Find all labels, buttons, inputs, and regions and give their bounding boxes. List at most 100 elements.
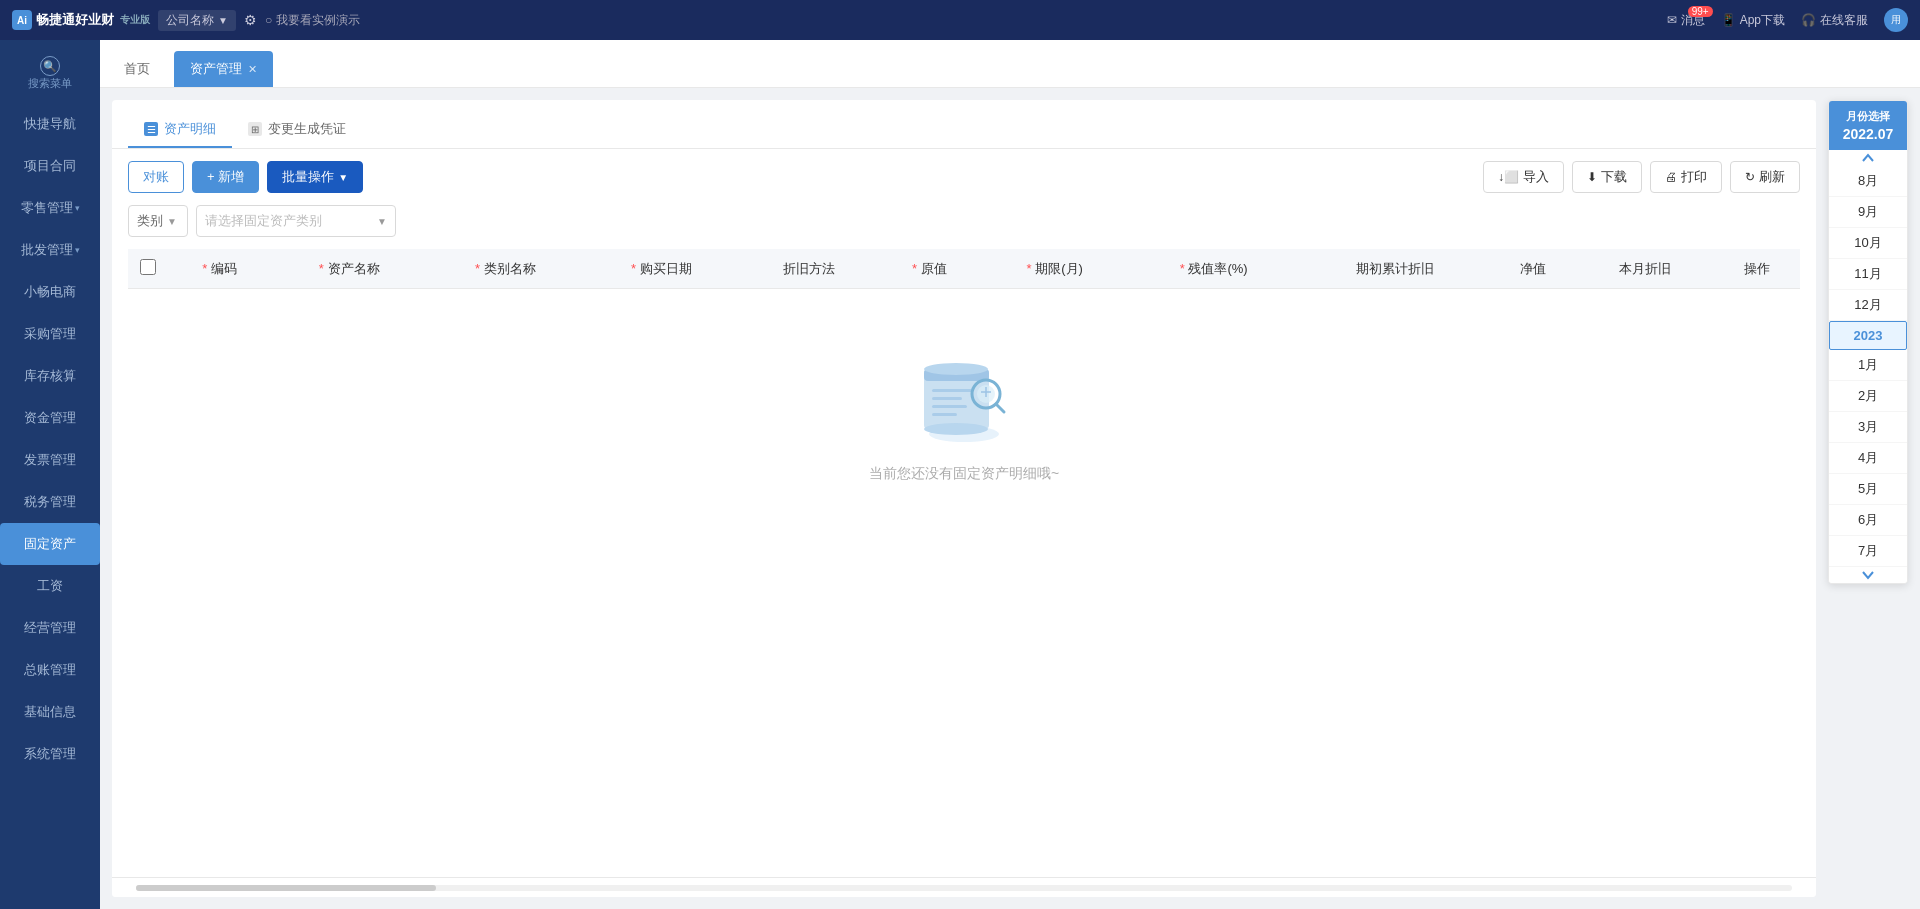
sub-tab-asset-detail[interactable]: ☰ 资产明细: [128, 112, 232, 148]
sidebar-label-inventory: 库存核算: [24, 367, 76, 385]
tab-home[interactable]: 首页: [108, 51, 166, 87]
demo-icon: ○: [265, 13, 272, 27]
svg-point-8: [924, 423, 988, 435]
tab-bar: 首页 资产管理 ✕: [100, 40, 1920, 88]
col-asset-name: 资产名称: [271, 249, 427, 289]
tab-close-icon[interactable]: ✕: [248, 63, 257, 76]
online-service-button[interactable]: 🎧 在线客服: [1801, 12, 1868, 29]
month-item-9[interactable]: 9月: [1829, 197, 1907, 228]
headset-icon: 🎧: [1801, 13, 1816, 27]
sidebar-item-quick-nav[interactable]: 快捷导航: [0, 103, 100, 145]
year-2023-badge: 2023: [1829, 321, 1907, 350]
month-item-6[interactable]: 6月: [1829, 505, 1907, 536]
category-filter[interactable]: 类别 ▼: [128, 205, 188, 237]
sidebar-item-salary[interactable]: 工资: [0, 565, 100, 607]
batch-button[interactable]: 批量操作 ▼: [267, 161, 363, 193]
search-menu-button[interactable]: 🔍 搜索菜单: [24, 48, 76, 103]
chevron-down-icon: ▼: [338, 172, 348, 183]
month-item-11[interactable]: 11月: [1829, 259, 1907, 290]
col-category-name: 类别名称: [427, 249, 583, 289]
download-button[interactable]: ⬇ 下载: [1572, 161, 1642, 193]
sidebar-label-system: 系统管理: [24, 745, 76, 763]
empty-state: 当前您还没有固定资产明细哦~: [128, 289, 1800, 543]
sidebar-item-retail[interactable]: 零售管理 ▾: [0, 187, 100, 229]
sub-tab-asset-detail-label: 资产明细: [164, 120, 216, 138]
month-3-label: 3月: [1858, 419, 1878, 434]
month-item-3[interactable]: 3月: [1829, 412, 1907, 443]
chevron-down-icon: ▼: [377, 216, 387, 227]
tab-asset-management-label: 资产管理: [190, 60, 242, 78]
add-button[interactable]: + 新增: [192, 161, 259, 193]
sidebar-item-fixed-assets[interactable]: 固定资产: [0, 523, 100, 565]
sidebar-item-tax[interactable]: 税务管理: [0, 481, 100, 523]
col-net-value: 净值: [1490, 249, 1576, 289]
col-original-value: 原值: [878, 249, 981, 289]
col-accumulated-depreciation: 期初累计折旧: [1299, 249, 1490, 289]
sidebar-label-invoice: 发票管理: [24, 451, 76, 469]
company-selector[interactable]: 公司名称 ▼: [158, 10, 236, 31]
app-download-button[interactable]: 📱 App下载: [1721, 12, 1785, 29]
settings-icon[interactable]: ⚙: [244, 12, 257, 28]
avatar-text: 用: [1891, 13, 1901, 27]
change-voucher-icon: ⊞: [248, 122, 262, 136]
sidebar-item-project[interactable]: 项目合同: [0, 145, 100, 187]
sidebar-item-wholesale[interactable]: 批发管理 ▾: [0, 229, 100, 271]
sidebar-item-invoice[interactable]: 发票管理: [0, 439, 100, 481]
chevron-up-icon: [1862, 152, 1874, 164]
quick-nav-label: 快捷导航: [24, 115, 76, 133]
month-item-12[interactable]: 12月: [1829, 290, 1907, 321]
bottom-bar: [112, 877, 1816, 897]
sidebar-item-system[interactable]: 系统管理: [0, 733, 100, 775]
message-button[interactable]: ✉ 消息 99+: [1667, 12, 1705, 29]
col-current-depreciation: 本月折旧: [1576, 249, 1714, 289]
app-logo: Ai 畅捷通好业财 专业版: [12, 10, 150, 30]
col-code: 编码: [168, 249, 271, 289]
horizontal-scrollbar[interactable]: [136, 885, 1792, 891]
top-bar-right: ✉ 消息 99+ 📱 App下载 🎧 在线客服 用: [1667, 8, 1908, 32]
month-7-label: 7月: [1858, 543, 1878, 558]
month-item-10[interactable]: 10月: [1829, 228, 1907, 259]
category-label: 类别: [137, 212, 163, 230]
asset-table: 编码 资产名称 类别名称 购买日期 折旧方法 原值 期限(月) 残值率(%) 期…: [128, 249, 1800, 289]
logo-icon: Ai: [12, 10, 32, 30]
month-9-label: 9月: [1858, 204, 1878, 219]
col-purchase-date: 购买日期: [583, 249, 739, 289]
asset-category-placeholder: 请选择固定资产类别: [205, 212, 322, 230]
month-10-label: 10月: [1854, 235, 1881, 250]
svg-rect-5: [932, 405, 967, 408]
month-item-8[interactable]: 8月: [1829, 166, 1907, 197]
asset-category-selector[interactable]: 请选择固定资产类别 ▼: [196, 205, 396, 237]
chevron-down-icon: ▼: [167, 216, 177, 227]
sidebar-item-inventory[interactable]: 库存核算: [0, 355, 100, 397]
sub-tabs: ☰ 资产明细 ⊞ 变更生成凭证: [112, 100, 1816, 149]
select-all-checkbox[interactable]: [140, 259, 156, 275]
print-button[interactable]: 🖨 打印: [1650, 161, 1722, 193]
sidebar-item-ecommerce[interactable]: 小畅电商: [0, 271, 100, 313]
svg-rect-6: [932, 413, 957, 416]
import-button[interactable]: ↓⬜ 导入: [1483, 161, 1564, 193]
sidebar-item-purchase[interactable]: 采购管理: [0, 313, 100, 355]
month-item-7[interactable]: 7月: [1829, 536, 1907, 567]
sidebar-item-operations[interactable]: 经营管理: [0, 607, 100, 649]
asset-detail-icon: ☰: [144, 122, 158, 136]
tab-asset-management[interactable]: 资产管理 ✕: [174, 51, 273, 87]
user-avatar[interactable]: 用: [1884, 8, 1908, 32]
sidebar-item-finance[interactable]: 资金管理: [0, 397, 100, 439]
sub-tab-change-voucher[interactable]: ⊞ 变更生成凭证: [232, 112, 362, 148]
month-item-4[interactable]: 4月: [1829, 443, 1907, 474]
sidebar-item-basic-info[interactable]: 基础信息: [0, 691, 100, 733]
month-picker-up[interactable]: [1829, 150, 1907, 166]
sidebar-item-general-ledger[interactable]: 总账管理: [0, 649, 100, 691]
month-picker-down[interactable]: [1829, 567, 1907, 583]
month-item-1[interactable]: 1月: [1829, 350, 1907, 381]
reconcile-button[interactable]: 对账: [128, 161, 184, 193]
online-service-label: 在线客服: [1820, 12, 1868, 29]
month-item-5[interactable]: 5月: [1829, 474, 1907, 505]
sidebar-label-ecommerce: 小畅电商: [24, 283, 76, 301]
add-label: + 新增: [207, 168, 244, 186]
month-1-label: 1月: [1858, 357, 1878, 372]
demo-link[interactable]: ○ 我要看实例演示: [265, 12, 360, 29]
month-item-2[interactable]: 2月: [1829, 381, 1907, 412]
refresh-button[interactable]: ↻ 刷新: [1730, 161, 1800, 193]
empty-illustration: [904, 349, 1024, 449]
